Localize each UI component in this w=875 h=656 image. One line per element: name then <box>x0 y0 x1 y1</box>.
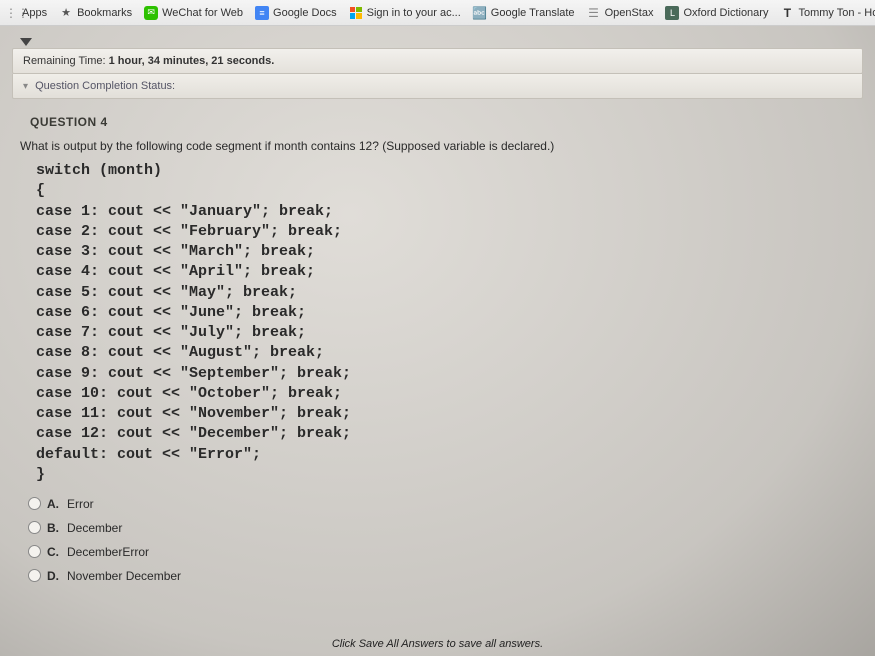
wechat-link[interactable]: ✉ WeChat for Web <box>144 6 243 20</box>
translate-label: Google Translate <box>491 7 575 19</box>
status-label: Question Completion Status: <box>35 80 175 92</box>
microsoft-icon <box>349 6 363 20</box>
wechat-label: WeChat for Web <box>162 7 243 19</box>
timer-value: 1 hour, 34 minutes, 21 seconds. <box>109 55 275 67</box>
radio-a[interactable] <box>28 497 41 510</box>
code-block: switch (month) { case 1: cout << "Januar… <box>36 161 855 485</box>
docs-label: Google Docs <box>273 7 337 19</box>
radio-c[interactable] <box>28 545 41 558</box>
apps-label: Apps <box>22 7 47 19</box>
question-number: QUESTION 4 <box>30 115 855 129</box>
t-icon: T <box>780 6 794 20</box>
option-b-text: December <box>67 521 122 535</box>
option-a-letter: A. <box>47 497 59 511</box>
option-d[interactable]: D. November December <box>28 567 855 583</box>
translate-icon: 🔤 <box>473 6 487 20</box>
grid-icon: ⋮⋮⋮ <box>4 6 18 20</box>
openstax-link[interactable]: ☰ OpenStax <box>587 6 654 20</box>
save-hint: Click Save All Answers to save all answe… <box>0 638 875 650</box>
option-c-letter: C. <box>47 545 59 559</box>
option-d-letter: D. <box>47 569 59 583</box>
option-d-text: November December <box>67 569 181 583</box>
signin-link[interactable]: Sign in to your ac... <box>349 6 461 20</box>
page-body: Remaining Time: 1 hour, 34 minutes, 21 s… <box>0 26 875 656</box>
tommy-link[interactable]: T Tommy Ton - Hom... <box>780 6 875 20</box>
radio-d[interactable] <box>28 569 41 582</box>
dropdown-icon[interactable] <box>20 38 32 46</box>
openstax-icon: ☰ <box>587 6 601 20</box>
question-text: What is output by the following code seg… <box>20 139 855 153</box>
apps-link[interactable]: ⋮⋮⋮ Apps <box>4 6 47 20</box>
translate-link[interactable]: 🔤 Google Translate <box>473 6 575 20</box>
option-c-text: DecemberError <box>67 545 149 559</box>
tommy-label: Tommy Ton - Hom... <box>798 7 875 19</box>
radio-b[interactable] <box>28 521 41 534</box>
wechat-icon: ✉ <box>144 6 158 20</box>
option-a-text: Error <box>67 497 94 511</box>
docs-link[interactable]: ≡ Google Docs <box>255 6 337 20</box>
status-bar[interactable]: ▾ Question Completion Status: <box>12 74 863 99</box>
question-content: QUESTION 4 What is output by the followi… <box>12 99 863 583</box>
signin-label: Sign in to your ac... <box>367 7 461 19</box>
timer-bar: Remaining Time: 1 hour, 34 minutes, 21 s… <box>12 48 863 74</box>
openstax-label: OpenStax <box>605 7 654 19</box>
bookmarks-link[interactable]: ★ Bookmarks <box>59 6 132 20</box>
bookmarks-label: Bookmarks <box>77 7 132 19</box>
oxford-link[interactable]: L Oxford Dictionary <box>665 6 768 20</box>
oxford-label: Oxford Dictionary <box>683 7 768 19</box>
option-a[interactable]: A. Error <box>28 495 855 511</box>
docs-icon: ≡ <box>255 6 269 20</box>
option-b-letter: B. <box>47 521 59 535</box>
timer-label: Remaining Time: <box>23 55 106 67</box>
option-c[interactable]: C. DecemberError <box>28 543 855 559</box>
bookmark-bar: ⋮⋮⋮ Apps ★ Bookmarks ✉ WeChat for Web ≡ … <box>0 0 875 26</box>
star-icon: ★ <box>59 6 73 20</box>
options-group: A. Error B. December C. DecemberError D.… <box>28 495 855 583</box>
oxford-icon: L <box>665 6 679 20</box>
option-b[interactable]: B. December <box>28 519 855 535</box>
expand-icon: ▾ <box>23 81 28 92</box>
